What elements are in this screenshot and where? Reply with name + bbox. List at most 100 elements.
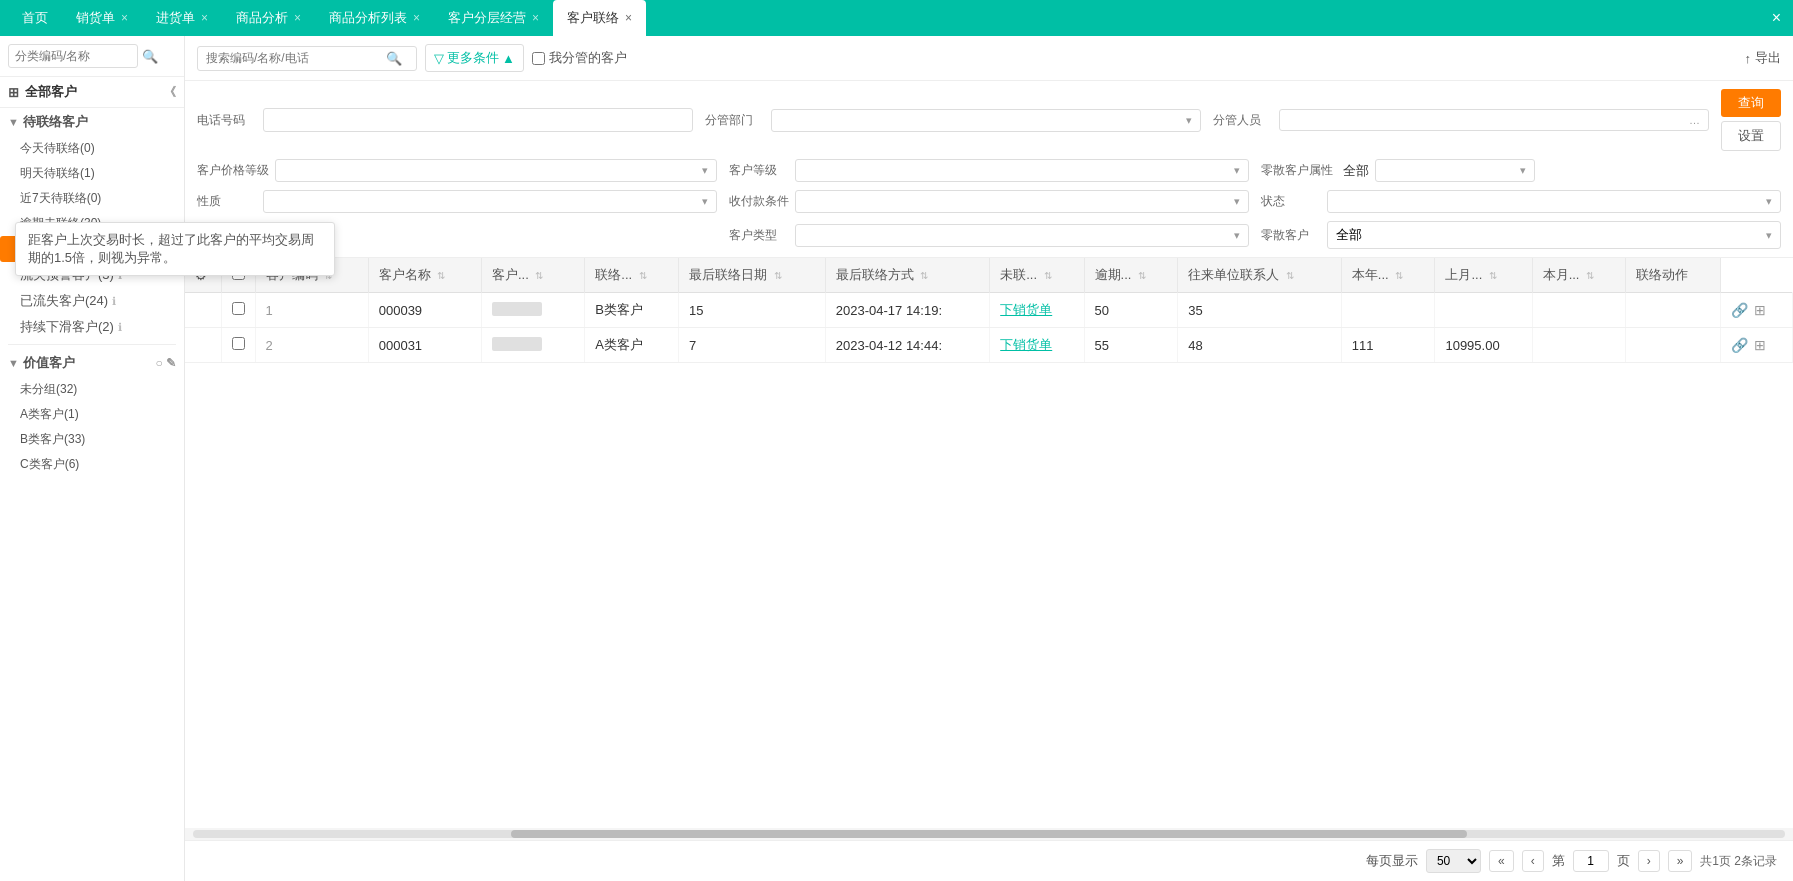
- retail-attr-caret: ▾: [1520, 164, 1526, 177]
- nav-close-all-button[interactable]: ×: [1772, 9, 1781, 27]
- nav-close-purchase[interactable]: ×: [201, 11, 208, 25]
- nav-close-product-list[interactable]: ×: [413, 11, 420, 25]
- retail-customer-label: 零散客户: [1261, 227, 1321, 244]
- horizontal-scrollbar[interactable]: [185, 828, 1793, 840]
- row2-checkbox[interactable]: [232, 337, 245, 350]
- nav-item-purchase[interactable]: 进货单 ×: [142, 0, 222, 36]
- value-edit-icons[interactable]: ○ ✎: [155, 356, 176, 370]
- sort-last-contact-date: ⇅: [774, 270, 782, 281]
- scrollbar-thumb[interactable]: [511, 830, 1466, 838]
- td-overdue-1: 35: [1178, 293, 1342, 328]
- action-link-icon-2[interactable]: 🔗: [1731, 337, 1748, 353]
- info-icon4: ℹ: [118, 321, 122, 334]
- nav-item-product-analysis[interactable]: 商品分析 ×: [222, 0, 315, 36]
- settings-button[interactable]: 设置: [1721, 121, 1781, 151]
- action-grid-icon-2[interactable]: ⊞: [1754, 337, 1766, 353]
- phone-input[interactable]: [263, 108, 693, 132]
- prev-page-button[interactable]: ‹: [1522, 850, 1544, 872]
- total-records: 共1页 2条记录: [1700, 853, 1777, 870]
- nature-select[interactable]: ▾: [263, 190, 717, 213]
- nav-close-customer-tier[interactable]: ×: [532, 11, 539, 25]
- nav-item-product-list[interactable]: 商品分析列表 ×: [315, 0, 434, 36]
- nav-item-home[interactable]: 首页: [8, 0, 62, 36]
- sidebar-item-declining[interactable]: 持续下滑客户(2) ℹ: [0, 314, 184, 340]
- customer-type-select[interactable]: ▾: [795, 224, 1249, 247]
- filter-more-button[interactable]: ▽ 更多条件 ▲: [425, 44, 524, 72]
- name-placeholder-2: [492, 337, 542, 351]
- sidebar-search-input[interactable]: [8, 44, 138, 68]
- export-button[interactable]: ↑ 导出: [1745, 49, 1782, 67]
- filter-search-icon[interactable]: 🔍: [386, 51, 402, 66]
- filter-field-phone: 电话号码: [197, 108, 693, 132]
- nav-item-customer-tier[interactable]: 客户分层经营 ×: [434, 0, 553, 36]
- th-this-month[interactable]: 本月... ⇅: [1532, 258, 1626, 293]
- th-last-month[interactable]: 上月... ⇅: [1435, 258, 1532, 293]
- sidebar-item-churned[interactable]: 已流失客户(24) ℹ: [0, 288, 184, 314]
- th-name[interactable]: 客户名称 ⇅: [368, 258, 481, 293]
- th-actions: 联络动作: [1626, 258, 1720, 293]
- table-header-row: ⚙ 客户编码 ⇅ 客户名称 ⇅ 客户... ⇅ 联络... ⇅ 最后联络日期 ⇅…: [185, 258, 1793, 293]
- nav-close-product-analysis[interactable]: ×: [294, 11, 301, 25]
- method-link-2[interactable]: 下销货单: [1000, 337, 1052, 352]
- th-customer-type[interactable]: 客户... ⇅: [481, 258, 584, 293]
- th-contact-person[interactable]: 往来单位联系人 ⇅: [1178, 258, 1342, 293]
- th-unlinked[interactable]: 未联... ⇅: [990, 258, 1084, 293]
- action-link-icon-1[interactable]: 🔗: [1731, 302, 1748, 318]
- sidebar-item-class-b[interactable]: B类客户(33): [0, 427, 184, 452]
- td-customer-type-2: A类客户: [585, 328, 679, 363]
- dept-select[interactable]: ▾: [771, 109, 1201, 132]
- sidebar-item-ungrouped[interactable]: 未分组(32): [0, 377, 184, 402]
- price-level-select[interactable]: ▾: [275, 159, 717, 182]
- sidebar-all-customers[interactable]: ⊞ 全部客户 《: [0, 77, 184, 108]
- row1-checkbox[interactable]: [232, 302, 245, 315]
- sidebar-item-today[interactable]: 今天待联络(0): [0, 136, 184, 161]
- my-customers-checkbox-area[interactable]: 我分管的客户: [532, 49, 627, 67]
- customer-level-caret: ▾: [1234, 164, 1240, 177]
- next-page-button[interactable]: ›: [1638, 850, 1660, 872]
- sidebar-search-icon[interactable]: 🔍: [142, 49, 158, 64]
- td-this-month-2: [1626, 328, 1720, 363]
- th-last-contact-method[interactable]: 最后联络方式 ⇅: [825, 258, 989, 293]
- sidebar-item-class-c[interactable]: C类客户(6): [0, 452, 184, 477]
- sidebar: 🔍 ⊞ 全部客户 《 ▼ 待联络客户 今天待联络(0) 明天待联络(1) 近7天…: [0, 36, 185, 881]
- person-select[interactable]: …: [1279, 109, 1709, 131]
- payment-select[interactable]: ▾: [795, 190, 1249, 213]
- query-button[interactable]: 查询: [1721, 89, 1781, 117]
- td-overdue-2: 48: [1178, 328, 1342, 363]
- filter-search-box: 🔍: [197, 46, 417, 71]
- method-link-1[interactable]: 下销货单: [1000, 302, 1052, 317]
- nav-item-sales[interactable]: 销货单 ×: [62, 0, 142, 36]
- td-checkbox-1[interactable]: [221, 293, 255, 328]
- sidebar-item-tomorrow[interactable]: 明天待联络(1): [0, 161, 184, 186]
- sidebar-value-group[interactable]: ▼ 价值客户 ○ ✎: [0, 349, 184, 377]
- th-last-contact-date[interactable]: 最后联络日期 ⇅: [678, 258, 825, 293]
- first-page-button[interactable]: «: [1489, 850, 1514, 872]
- th-this-year[interactable]: 本年... ⇅: [1341, 258, 1435, 293]
- per-page-select[interactable]: 50 20 100: [1426, 849, 1481, 873]
- sidebar-item-7days[interactable]: 近7天待联络(0): [0, 186, 184, 211]
- extended-filters: 电话号码 分管部门 ▾ 分管人员 …: [185, 81, 1793, 258]
- status-select[interactable]: ▾: [1327, 190, 1781, 213]
- customer-level-select[interactable]: ▾: [795, 159, 1249, 182]
- grid-icon: ⊞: [8, 85, 19, 100]
- page-number-input[interactable]: [1573, 850, 1609, 872]
- nav-close-sales[interactable]: ×: [121, 11, 128, 25]
- sidebar-item-class-a[interactable]: A类客户(1): [0, 402, 184, 427]
- filter-row-4: ··· 客户类型 ▾ 零散客户 全部 ▾: [197, 221, 1781, 249]
- th-overdue[interactable]: 逾期... ⇅: [1084, 258, 1178, 293]
- filter-search-input[interactable]: [206, 51, 386, 65]
- sort-this-year: ⇅: [1395, 270, 1403, 281]
- sidebar-group-pending[interactable]: ▼ 待联络客户: [0, 108, 184, 136]
- scrollbar-track[interactable]: [193, 830, 1785, 838]
- th-contact-num[interactable]: 联络... ⇅: [585, 258, 679, 293]
- my-customers-checkbox[interactable]: [532, 52, 545, 65]
- td-checkbox-2[interactable]: [221, 328, 255, 363]
- retail-attr-select[interactable]: ▾: [1375, 159, 1535, 182]
- sort-last-month: ⇅: [1489, 270, 1497, 281]
- last-page-button[interactable]: »: [1668, 850, 1693, 872]
- retail-customer-select[interactable]: 全部 ▾: [1327, 221, 1781, 249]
- nav-item-customer-contact[interactable]: 客户联络 ×: [553, 0, 646, 36]
- action-grid-icon-1[interactable]: ⊞: [1754, 302, 1766, 318]
- nav-close-customer-contact[interactable]: ×: [625, 11, 632, 25]
- page-label: 第: [1552, 852, 1565, 870]
